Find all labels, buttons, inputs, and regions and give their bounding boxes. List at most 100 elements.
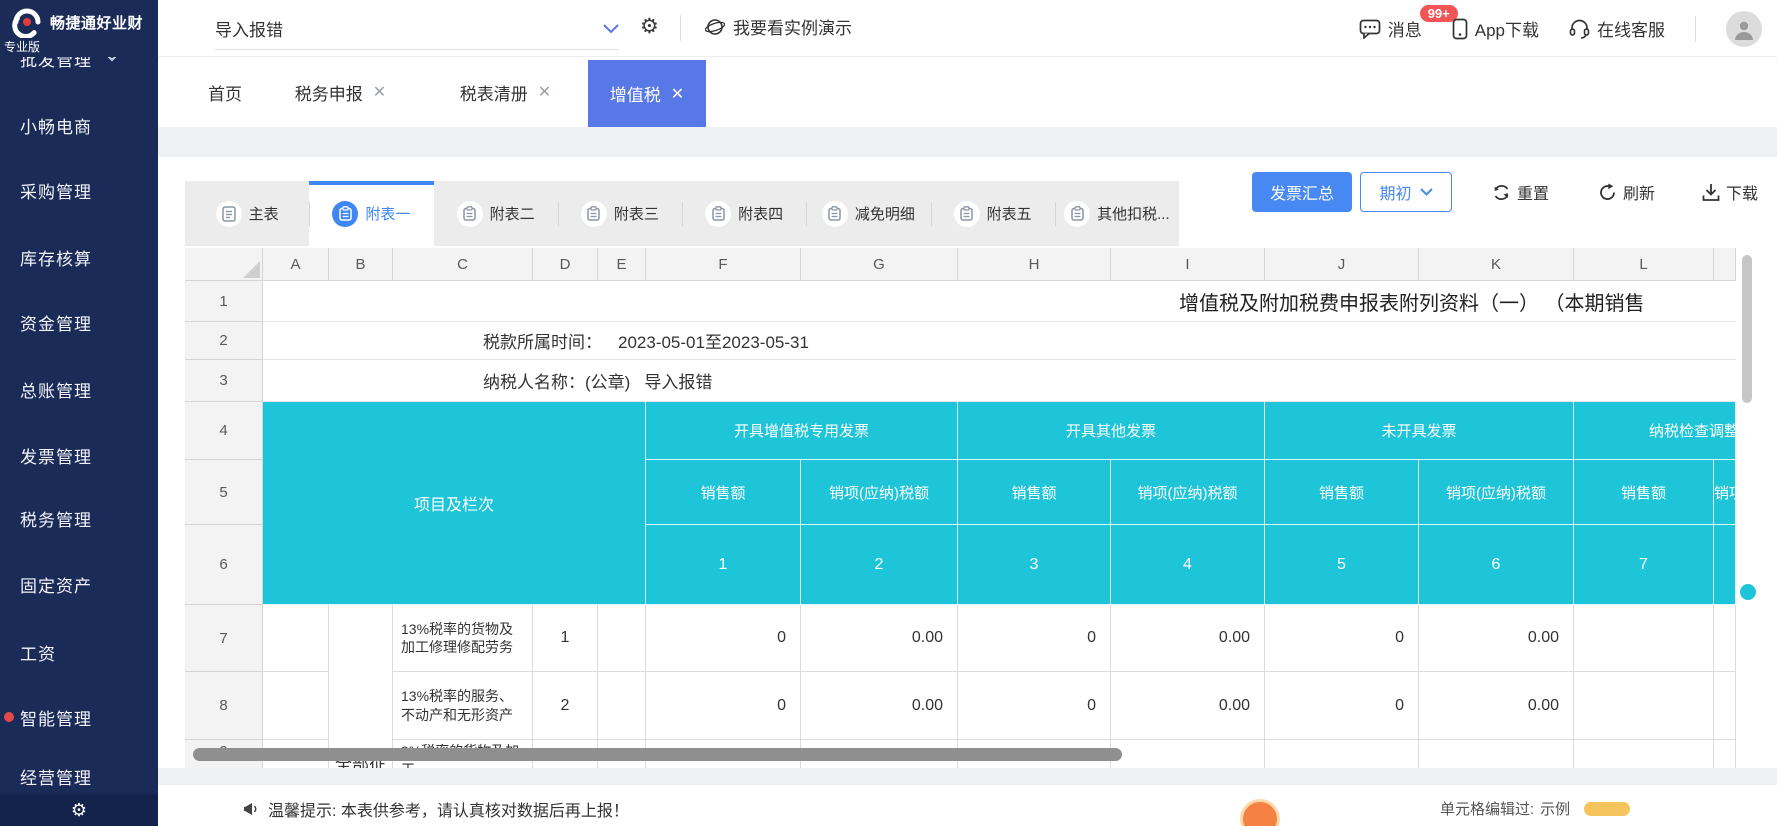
col-header-C[interactable]: C: [393, 248, 533, 281]
row-header-5[interactable]: 5: [185, 460, 263, 525]
demo-link[interactable]: 我要看实例演示: [705, 14, 852, 39]
cell-B7-merged-group[interactable]: [329, 605, 393, 672]
value-cell[interactable]: 0.00: [1111, 605, 1265, 672]
sidebar-item-fixed-assets[interactable]: 固定资产: [0, 572, 158, 596]
row-header-8[interactable]: 8: [185, 672, 263, 740]
col-header-D[interactable]: D: [533, 248, 598, 281]
sidebar-item-smart[interactable]: 智能管理: [0, 705, 158, 729]
value-cell[interactable]: 0.00: [1111, 672, 1265, 740]
sidebar-item-funds[interactable]: 资金管理: [0, 310, 158, 334]
value-cell[interactable]: 0: [1265, 672, 1419, 740]
sidebar-item-inventory[interactable]: 库存核算: [0, 245, 158, 269]
col-header-K[interactable]: K: [1419, 248, 1574, 281]
value-cell[interactable]: 0: [1265, 605, 1419, 672]
subtab-schedule4[interactable]: 附表四: [682, 181, 806, 246]
col-header-L[interactable]: L: [1574, 248, 1714, 281]
col-header-B[interactable]: B: [329, 248, 393, 281]
col-header-I[interactable]: I: [1111, 248, 1265, 281]
tab-tax-register[interactable]: 税表清册 ✕: [438, 57, 573, 127]
sidebar-item-payroll[interactable]: 工资: [0, 640, 158, 664]
row-header-1[interactable]: 1: [185, 281, 263, 322]
col-header-G[interactable]: G: [801, 248, 958, 281]
row-header-6[interactable]: 6: [185, 525, 263, 605]
col-header-E[interactable]: E: [598, 248, 646, 281]
tab-vat-active[interactable]: 增值税 ✕: [588, 60, 706, 127]
cell-E7[interactable]: [598, 605, 646, 672]
taxpayer-cell[interactable]: 纳税人名称：(公章) 导入报错: [263, 360, 1736, 402]
floating-mascot-button[interactable]: [1240, 799, 1280, 826]
reset-button[interactable]: 重置: [1492, 180, 1549, 204]
value-cell[interactable]: 0.00: [801, 605, 958, 672]
sidebar-settings[interactable]: ⚙: [0, 794, 158, 826]
period-dropdown-button[interactable]: 期初: [1360, 172, 1452, 212]
value-cell-partial[interactable]: [1714, 605, 1736, 672]
value-cell[interactable]: 0.00: [1419, 672, 1574, 740]
cell-E8[interactable]: [598, 672, 646, 740]
row-header-7[interactable]: 7: [185, 605, 263, 672]
cell-B8-merged-group[interactable]: [329, 672, 393, 740]
invoice-summary-button[interactable]: 发票汇总: [1252, 172, 1352, 212]
cell-A7[interactable]: [263, 605, 329, 672]
row-header-3[interactable]: 3: [185, 360, 263, 402]
value-cell[interactable]: [1419, 740, 1574, 768]
subtab-main-sheet[interactable]: 主表: [185, 181, 309, 246]
col-header-H[interactable]: H: [958, 248, 1111, 281]
sidebar-item-invoice[interactable]: 发票管理: [0, 443, 158, 467]
col-header-F[interactable]: F: [646, 248, 801, 281]
subtab-schedule5[interactable]: 附表五: [930, 181, 1055, 246]
row-label-cell[interactable]: 13%税率的货物及加工修理修配劳务: [393, 605, 533, 672]
refresh-button[interactable]: 刷新: [1598, 180, 1655, 204]
tab-tax-filing[interactable]: 税务申报 ✕: [273, 57, 408, 127]
close-tab-icon[interactable]: ✕: [373, 82, 386, 102]
subtab-other-deduction[interactable]: 其他扣税...: [1054, 181, 1179, 246]
value-cell[interactable]: 0: [958, 672, 1111, 740]
sidebar-item-operation[interactable]: 经营管理: [0, 764, 158, 788]
messages-button[interactable]: 消息 99+: [1359, 5, 1458, 41]
value-cell[interactable]: 0: [958, 605, 1111, 672]
value-cell[interactable]: 0.00: [801, 672, 958, 740]
horizontal-scrollbar[interactable]: [193, 748, 1122, 761]
settings-gear-button[interactable]: ⚙: [640, 16, 659, 37]
col-header-partial[interactable]: [1714, 248, 1736, 281]
subtab-exemption-detail[interactable]: 减免明细: [806, 181, 930, 246]
select-all-corner[interactable]: [185, 248, 263, 281]
sidebar-item-purchase[interactable]: 采购管理: [0, 178, 158, 202]
col-header-J[interactable]: J: [1265, 248, 1419, 281]
value-cell[interactable]: [1265, 740, 1419, 768]
period-cell[interactable]: 税款所属时间： 2023-05-01至2023-05-31: [263, 322, 1736, 360]
sidebar-item-ecommerce[interactable]: 小畅电商: [0, 113, 158, 137]
value-cell[interactable]: [1574, 672, 1714, 740]
value-cell[interactable]: 0.00: [1419, 605, 1574, 672]
download-button[interactable]: 下载: [1702, 180, 1758, 204]
app-download-button[interactable]: App下载: [1452, 16, 1539, 41]
row-label-cell[interactable]: 13%税率的服务、不动产和无形资产: [393, 672, 533, 740]
subtab-schedule2[interactable]: 附表二: [434, 181, 558, 246]
tab-home[interactable]: 首页: [185, 57, 265, 127]
close-tab-icon[interactable]: ✕: [538, 82, 551, 102]
row-header-2[interactable]: 2: [185, 322, 263, 360]
online-support-button[interactable]: 在线客服: [1569, 16, 1665, 41]
value-cell[interactable]: 0: [646, 605, 801, 672]
value-cell-partial[interactable]: [1714, 672, 1736, 740]
sidebar-item-ledger[interactable]: 总账管理: [0, 377, 158, 401]
sheet-title-cell[interactable]: 增值税及附加税费申报表附列资料（一） （本期销售: [263, 281, 1736, 322]
vertical-scrollbar[interactable]: [1742, 255, 1752, 403]
avatar[interactable]: [1726, 10, 1762, 47]
close-tab-icon[interactable]: ✕: [671, 84, 684, 104]
value-cell-partial[interactable]: [1714, 740, 1736, 768]
col-header-A[interactable]: A: [263, 248, 329, 281]
company-select[interactable]: 导入报错: [215, 8, 619, 50]
sidebar-item-tax[interactable]: 税务管理: [0, 506, 158, 530]
value-cell[interactable]: 0: [646, 672, 801, 740]
value-cell[interactable]: [1111, 740, 1265, 768]
row-seq-cell[interactable]: 1: [533, 605, 598, 672]
subtab-schedule3[interactable]: 附表三: [557, 181, 682, 246]
subtab-schedule1-active[interactable]: 附表一: [309, 181, 434, 246]
value-cell[interactable]: [1574, 740, 1714, 768]
cell-A8[interactable]: [263, 672, 329, 740]
col-letter: L: [1639, 255, 1648, 273]
row-header-4[interactable]: 4: [185, 402, 263, 460]
value-cell[interactable]: [1574, 605, 1714, 672]
row-seq-cell[interactable]: 2: [533, 672, 598, 740]
floating-helper-dot[interactable]: [1740, 584, 1756, 600]
